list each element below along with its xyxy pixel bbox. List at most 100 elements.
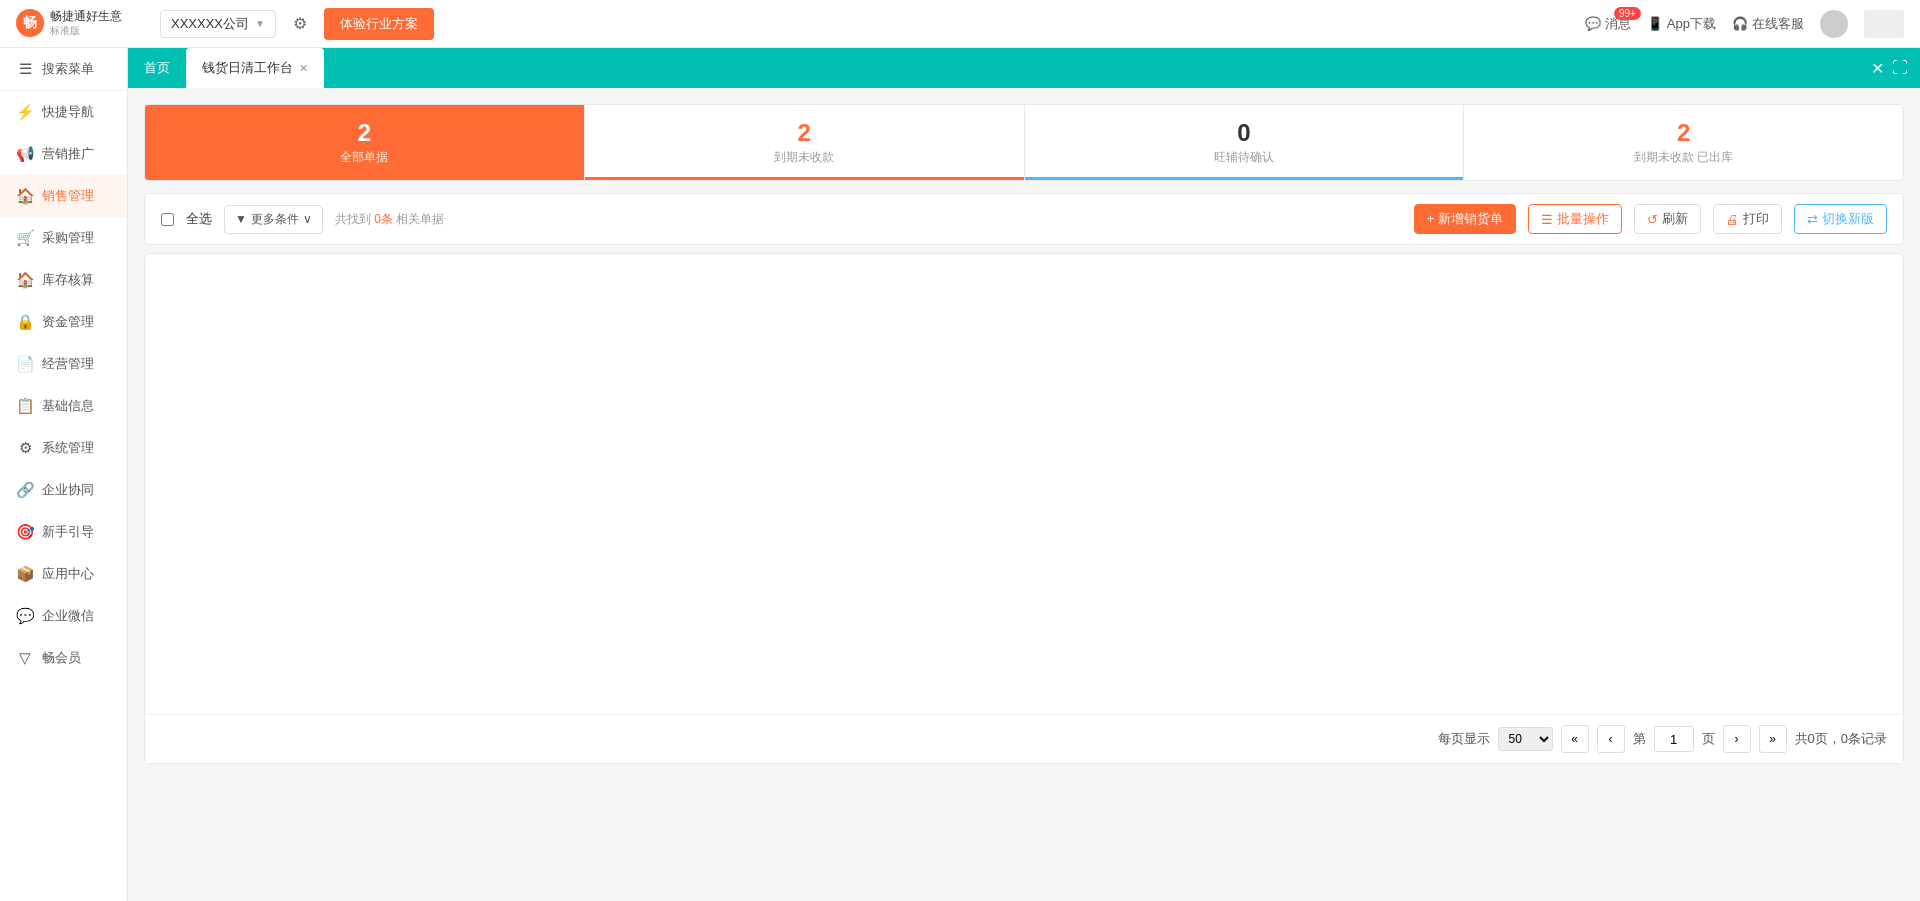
stat-card-wangfu[interactable]: 0 旺辅待确认 [1025,105,1465,180]
tab-bar: 首页 钱货日清工作台 ✕ ✕ ⛶ [128,48,1920,88]
avatar[interactable] [1820,10,1848,38]
sidebar-item-apps[interactable]: 📦 应用中心 [0,553,127,595]
company-name: XXXXXX公司 [171,15,249,33]
stat-number-overdue: 2 [605,119,1004,147]
sidebar-item-label: 营销推广 [42,145,94,163]
document-icon: 📄 [16,355,34,373]
settings-button[interactable]: ⚙ [284,8,316,40]
support-action[interactable]: 🎧 在线客服 [1732,15,1804,33]
sidebar-item-label: 销售管理 [42,187,94,205]
stat-number-shipped: 2 [1484,119,1883,147]
page-label-post: 页 [1702,730,1715,748]
member-icon: ▽ [16,649,34,667]
sidebar-item-finance[interactable]: 🔒 资金管理 [0,301,127,343]
sidebar-item-quick-nav[interactable]: ⚡ 快捷导航 [0,91,127,133]
logo-area: 畅 畅捷通好生意 标准版 [16,9,144,37]
sidebar-item-system[interactable]: ⚙ 系统管理 [0,427,127,469]
sales-icon: 🏠 [16,187,34,205]
first-page-button[interactable]: « [1561,725,1589,753]
guide-icon: 🎯 [16,523,34,541]
sidebar-item-sales[interactable]: 🏠 销售管理 [0,175,127,217]
stat-label-all: 全部单据 [165,149,564,166]
batch-operation-button[interactable]: ☰ 批量操作 [1528,204,1622,234]
sidebar-item-inventory[interactable]: 🏠 库存核算 [0,259,127,301]
select-all-label: 全选 [186,210,212,228]
last-page-button[interactable]: » [1759,725,1787,753]
filter-label: 更多条件 [251,211,299,228]
message-icon: 💬 [1585,16,1601,31]
app-download-action[interactable]: 📱 App下载 [1647,15,1716,33]
cart-icon: 🛒 [16,229,34,247]
tab-close-button[interactable]: ✕ [1871,59,1884,78]
switch-version-button[interactable]: ⇄ 切换新版 [1794,204,1887,234]
lightning-icon: ⚡ [16,103,34,121]
tab-home[interactable]: 首页 [128,48,186,88]
sidebar-item-label: 搜索菜单 [42,60,94,78]
lock-icon: 🔒 [16,313,34,331]
sidebar-item-purchase[interactable]: 🛒 采购管理 [0,217,127,259]
sidebar-item-label: 采购管理 [42,229,94,247]
support-label: 在线客服 [1752,15,1804,33]
current-page-input[interactable] [1654,726,1694,752]
print-icon: 🖨 [1726,212,1739,227]
trial-button[interactable]: 体验行业方案 [324,8,434,40]
sidebar-item-basic[interactable]: 📋 基础信息 [0,385,127,427]
sidebar-item-label: 基础信息 [42,397,94,415]
toolbar-right: + 新增销货单 ☰ 批量操作 ↺ 刷新 🖨 打印 ⇄ 切换新版 [1414,204,1887,234]
filter-icon: ▼ [235,212,247,226]
message-badge: 99+ [1614,7,1641,20]
pagination: 每页显示 50 20 100 « ‹ 第 页 › » 共0页，0条记录 [145,714,1903,763]
tab-home-label: 首页 [144,59,170,77]
app-icon: 📱 [1647,16,1663,31]
tab-expand-button[interactable]: ⛶ [1892,59,1908,77]
sidebar-item-operation[interactable]: 📄 经营管理 [0,343,127,385]
sidebar-item-guide[interactable]: 🎯 新手引导 [0,511,127,553]
batch-label: 批量操作 [1557,210,1609,228]
table-area: 每页显示 50 20 100 « ‹ 第 页 › » 共0页，0条记录 [144,253,1904,764]
stat-card-overdue[interactable]: 2 到期未收款 [585,105,1025,180]
sidebar-item-marketing[interactable]: 📢 营销推广 [0,133,127,175]
support-icon: 🎧 [1732,16,1748,31]
print-label: 打印 [1743,210,1769,228]
batch-icon: ☰ [1541,212,1553,227]
page-label-pre: 第 [1633,730,1646,748]
tab-workbench[interactable]: 钱货日清工作台 ✕ [186,48,324,88]
stats-row: 2 全部单据 2 到期未收款 0 旺辅待确认 2 到期未收款 已出库 [144,104,1904,181]
tab-close-icon[interactable]: ✕ [299,62,308,75]
company-selector[interactable]: XXXXXX公司 ▼ [160,10,276,38]
sidebar: ☰ 搜索菜单 ⚡ 快捷导航 📢 营销推广 🏠 销售管理 🛒 采购管理 🏠 库存核… [0,48,128,901]
sidebar-item-label: 经营管理 [42,355,94,373]
sidebar-item-member[interactable]: ▽ 畅会员 [0,637,127,679]
total-text: 共0页，0条记录 [1795,730,1887,748]
message-action[interactable]: 💬 消息 99+ [1585,15,1631,33]
grid-icon: 📋 [16,397,34,415]
megaphone-icon: 📢 [16,145,34,163]
link-icon: 🔗 [16,481,34,499]
sidebar-item-search[interactable]: ☰ 搜索菜单 [0,48,127,91]
prev-page-button[interactable]: ‹ [1597,725,1625,753]
stat-number-wangfu: 0 [1045,119,1444,147]
refresh-button[interactable]: ↺ 刷新 [1634,204,1701,234]
avatar-image [1820,10,1848,38]
header-right: 💬 消息 99+ 📱 App下载 🎧 在线客服 [1585,10,1904,38]
chevron-down-icon: ∨ [303,212,312,226]
stat-card-shipped[interactable]: 2 到期未收款 已出库 [1464,105,1903,180]
logo-text: 畅捷通好生意 标准版 [50,9,122,37]
logo-icon: 畅 [16,9,44,37]
system-icon: ⚙ [16,439,34,457]
sidebar-item-label: 库存核算 [42,271,94,289]
next-page-button[interactable]: › [1723,725,1751,753]
sidebar-item-enterprise[interactable]: 🔗 企业协同 [0,469,127,511]
app-label: App下载 [1667,15,1716,33]
print-button[interactable]: 🖨 打印 [1713,204,1782,234]
page-size-select[interactable]: 50 20 100 [1498,727,1553,751]
add-order-button[interactable]: + 新增销货单 [1414,204,1516,234]
switch-icon: ⇄ [1807,212,1818,227]
sidebar-item-wechat[interactable]: 💬 企业微信 [0,595,127,637]
stat-card-all[interactable]: 2 全部单据 [145,105,585,180]
filter-button[interactable]: ▼ 更多条件 ∨ [224,205,323,234]
select-all-checkbox[interactable] [161,213,174,226]
found-prefix: 共找到 [335,212,371,226]
underline-blue [1025,177,1464,180]
user-menu[interactable] [1864,10,1904,38]
